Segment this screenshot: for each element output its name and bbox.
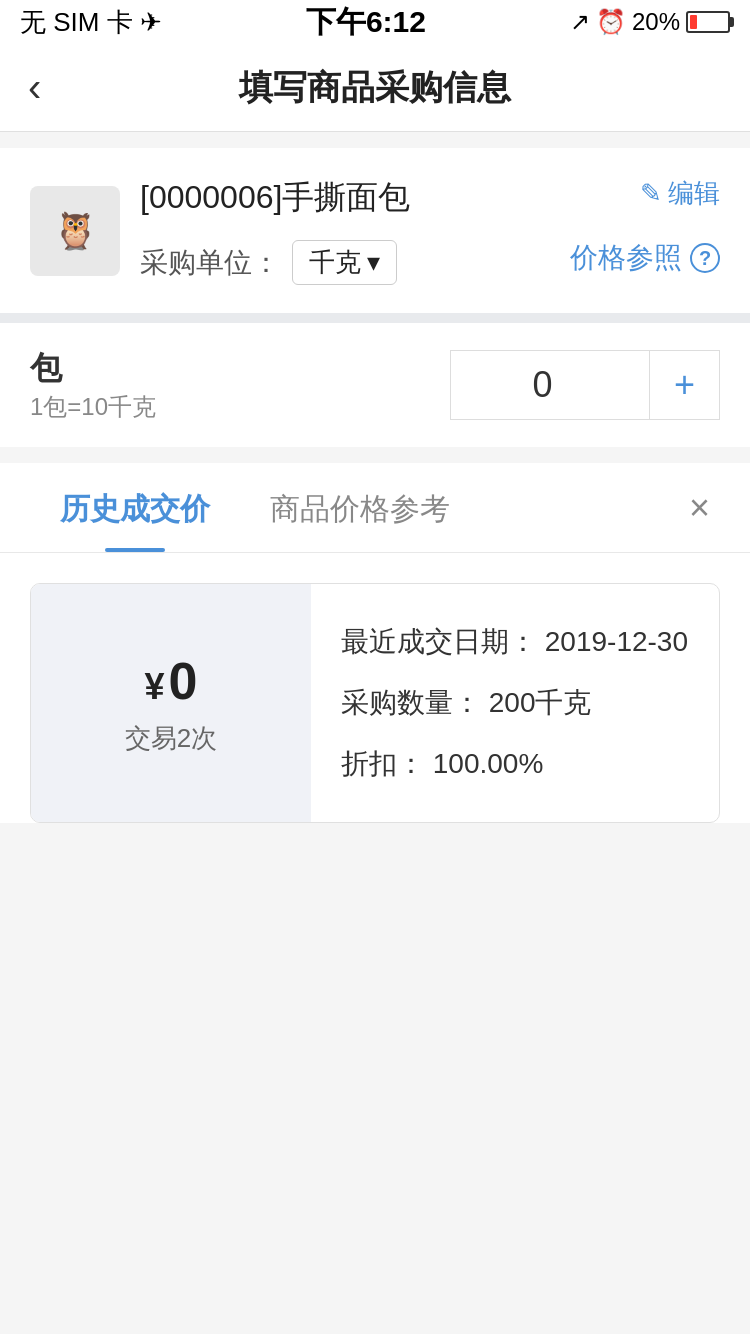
tab-product-price-ref[interactable]: 商品价格参考 [240,463,480,552]
price-ref-label: 价格参照 [570,239,682,277]
discount-row: 折扣： 100.00% [341,742,689,787]
product-left: 🦉 [0000006]手撕面包 采购单位： 千克 ▾ [30,176,410,285]
product-right-actions: ✎ 编辑 价格参照 ? [570,176,720,277]
status-bar: 无 SIM 卡 ✈ 下午6:12 ↗ ⏰ 20% [0,0,750,44]
plus-icon: + [674,364,695,406]
back-button[interactable]: ‹ [28,65,41,110]
quantity-label-group: 包 1包=10千克 [30,347,156,423]
info-icon: ? [690,243,720,273]
battery-percent: 20% [632,8,680,36]
edit-label: 编辑 [668,176,720,211]
qty-conversion: 1包=10千克 [30,391,156,423]
qty-input-group: + [450,350,720,420]
dropdown-icon: ▾ [367,247,380,278]
product-unit-row: 采购单位： 千克 ▾ [140,240,410,285]
history-card: ¥ 0 交易2次 最近成交日期： 2019-12-30 采购数量： 200千克 … [30,583,720,823]
qty-input[interactable] [450,350,650,420]
edit-icon: ✎ [640,178,662,209]
product-thumb-icon: 🦉 [53,210,98,252]
section-divider [0,313,750,323]
trade-count: 交易2次 [125,721,217,756]
qty-plus-button[interactable]: + [650,350,720,420]
history-price: ¥ 0 [145,651,198,711]
sim-status: 无 SIM 卡 ✈ [20,5,162,40]
price-ref-button[interactable]: 价格参照 ? [570,239,720,277]
product-info: [0000006]手撕面包 采购单位： 千克 ▾ [140,176,410,285]
purchase-qty-value: 200千克 [489,687,592,718]
unit-value: 千克 [309,245,361,280]
history-card-right: 最近成交日期： 2019-12-30 采购数量： 200千克 折扣： 100.0… [311,584,719,822]
status-right: ↗ ⏰ 20% [570,8,730,36]
qty-unit-label: 包 [30,347,156,391]
tab-active-indicator [105,548,165,552]
product-header: 🦉 [0000006]手撕面包 采购单位： 千克 ▾ ✎ 编辑 价格参照 [30,176,720,285]
purchase-qty-label: 采购数量： [341,687,481,718]
alarm-icon: ⏰ [596,8,626,36]
nav-bar: ‹ 填写商品采购信息 [0,44,750,132]
tab-header: 历史成交价 商品价格参考 × [0,463,750,553]
tab-close-button[interactable]: × [679,467,720,549]
quantity-row: 包 1包=10千克 + [0,323,750,447]
recent-date-value: 2019-12-30 [545,626,688,657]
discount-value: 100.00% [433,748,544,779]
status-time: 下午6:12 [306,2,426,43]
status-left: 无 SIM 卡 ✈ [20,5,162,40]
product-full-name: [0000006]手撕面包 [140,176,410,220]
location-icon: ↗ [570,8,590,36]
product-card: 🦉 [0000006]手撕面包 采购单位： 千克 ▾ ✎ 编辑 价格参照 [0,148,750,313]
discount-label: 折扣： [341,748,425,779]
history-card-left: ¥ 0 交易2次 [31,584,311,822]
tab-panel: 历史成交价 商品价格参考 × ¥ 0 交易2次 最近成交日期： 2019-12-… [0,463,750,823]
page-title: 填写商品采购信息 [239,65,511,111]
currency-symbol: ¥ [145,666,165,708]
price-value: 0 [169,651,198,711]
battery-icon [686,11,730,33]
battery-fill [690,15,697,29]
tab-history-price[interactable]: 历史成交价 [30,463,240,552]
unit-select[interactable]: 千克 ▾ [292,240,397,285]
product-thumbnail: 🦉 [30,186,120,276]
tab-history-label: 历史成交价 [60,492,210,525]
purchase-qty-row: 采购数量： 200千克 [341,681,689,726]
edit-button[interactable]: ✎ 编辑 [640,176,720,211]
recent-date-row: 最近成交日期： 2019-12-30 [341,620,689,665]
unit-label: 采购单位： [140,244,280,282]
recent-date-label: 最近成交日期： [341,626,537,657]
tab-product-label: 商品价格参考 [270,492,450,525]
